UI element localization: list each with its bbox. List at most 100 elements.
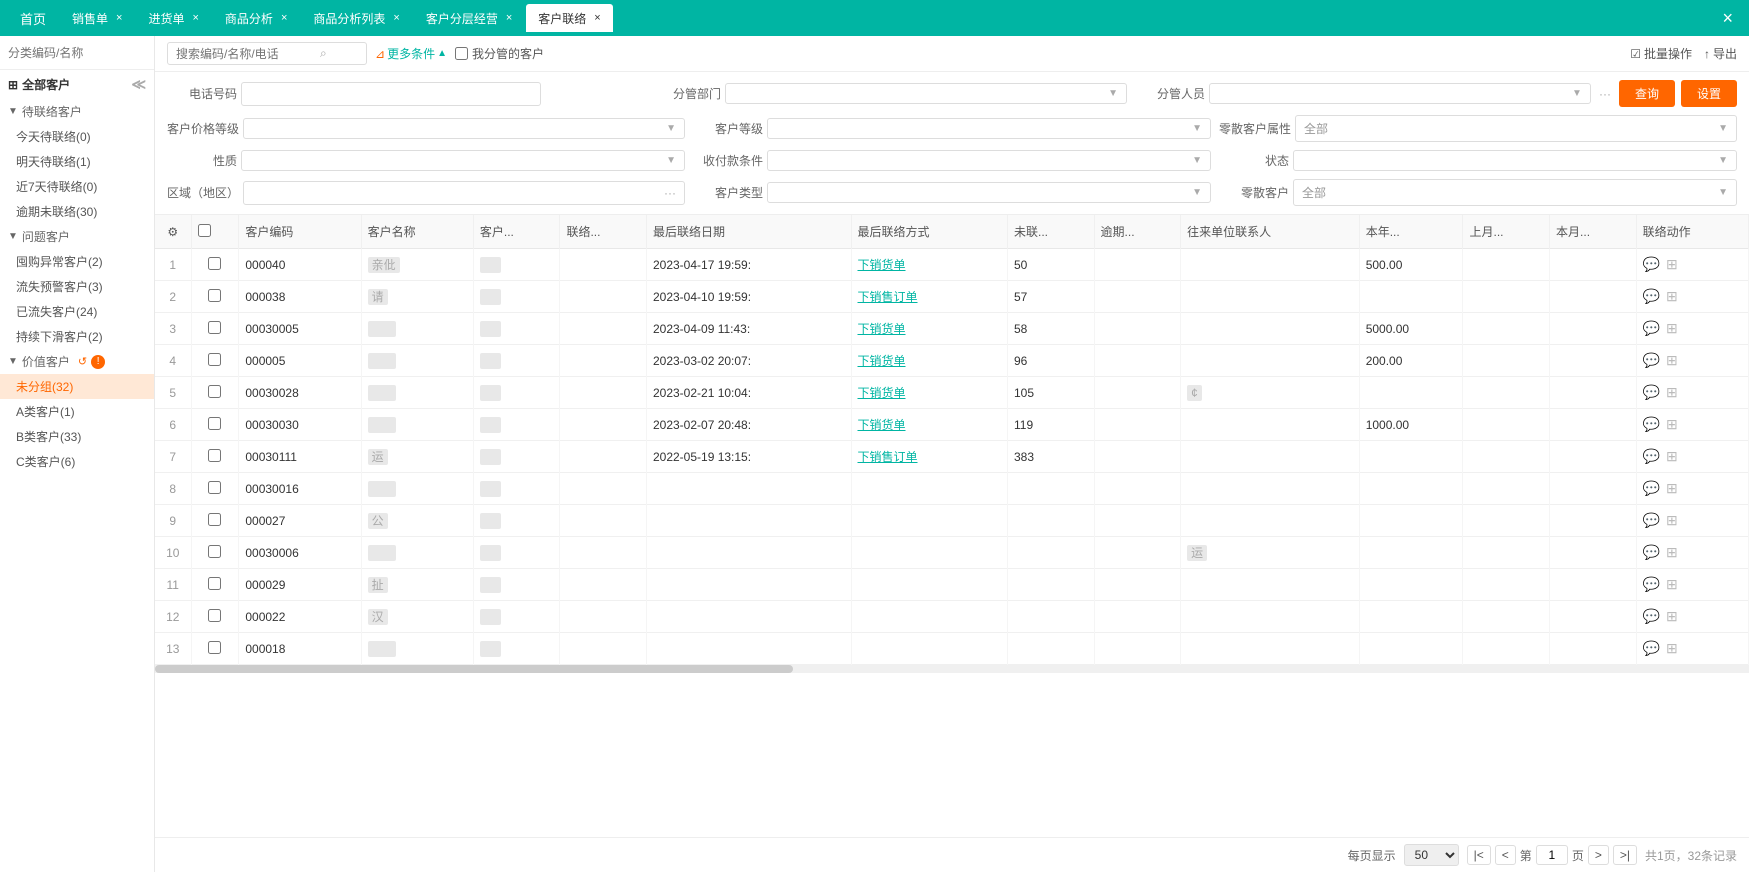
sidebar-item-overdue[interactable]: 逾期未联络(30)	[0, 199, 154, 224]
horizontal-scrollbar[interactable]	[155, 665, 1749, 673]
row-checkbox[interactable]	[208, 577, 221, 590]
payment-select[interactable]: ▼	[767, 150, 1211, 171]
customer-grade-select[interactable]: ▼	[767, 118, 1211, 139]
grid-action-icon[interactable]: ⊞	[1666, 544, 1678, 561]
region-more-icon[interactable]: ···	[664, 186, 676, 200]
filter-search-input[interactable]	[176, 47, 316, 61]
nav-tab-analysis-list-close[interactable]: ×	[393, 12, 399, 24]
chat-icon[interactable]: 💬	[1643, 448, 1660, 465]
scrollbar-thumb[interactable]	[155, 665, 793, 673]
nav-tab-sales[interactable]: 销售单 ×	[60, 4, 134, 32]
sidebar-item-lost[interactable]: 已流失客户(24)	[0, 299, 154, 324]
grid-action-icon[interactable]: ⊞	[1666, 448, 1678, 465]
row-checkbox[interactable]	[208, 449, 221, 462]
price-grade-select[interactable]: ▼	[243, 118, 685, 139]
row-checkbox[interactable]	[208, 257, 221, 270]
chat-icon[interactable]: 💬	[1643, 512, 1660, 529]
sidebar-item-class-c[interactable]: C类客户(6)	[0, 449, 154, 474]
grid-action-icon[interactable]: ⊞	[1666, 384, 1678, 401]
sidebar-item-7days[interactable]: 近7天待联络(0)	[0, 174, 154, 199]
sidebar-section-value[interactable]: ▼ 价值客户 ↺ !	[0, 349, 154, 374]
sidebar-section-pending[interactable]: ▼ 待联络客户	[0, 99, 154, 124]
grid-action-icon[interactable]: ⊞	[1666, 320, 1678, 337]
my-customers-checkbox-label[interactable]: 我分管的客户	[455, 45, 544, 62]
nav-tab-analysis-list[interactable]: 商品分析列表 ×	[301, 4, 411, 32]
col-type[interactable]: 客户...	[473, 215, 560, 249]
refresh-icon[interactable]: ↺	[78, 355, 87, 368]
nav-tab-purchase-close[interactable]: ×	[192, 12, 198, 24]
next-page-btn[interactable]: >	[1588, 845, 1609, 865]
nav-home-tab[interactable]: 首页	[8, 9, 58, 28]
col-last-month[interactable]: 上月...	[1463, 215, 1550, 249]
grid-action-icon[interactable]: ⊞	[1666, 576, 1678, 593]
nav-tab-customer-contact-close[interactable]: ×	[594, 12, 600, 24]
col-associate-contact[interactable]: 往来单位联系人	[1181, 215, 1360, 249]
grid-action-icon[interactable]: ⊞	[1666, 416, 1678, 433]
sidebar-all-customers[interactable]: ⊞ 全部客户 ≪	[0, 70, 154, 99]
filter-more-btn[interactable]: ⊿ 更多条件 ▲	[375, 45, 447, 62]
manager-more-icon[interactable]: ···	[1599, 87, 1611, 101]
col-this-month[interactable]: 本月...	[1550, 215, 1637, 249]
nav-tab-sales-close[interactable]: ×	[116, 12, 122, 24]
sidebar-item-loss-warning[interactable]: 流失预警客户(3)	[0, 274, 154, 299]
chat-icon[interactable]: 💬	[1643, 576, 1660, 593]
sidebar-search-input[interactable]	[8, 46, 155, 60]
chat-icon[interactable]: 💬	[1643, 352, 1660, 369]
col-not-contacted[interactable]: 未联...	[1008, 215, 1095, 249]
nav-tab-analysis[interactable]: 商品分析 ×	[213, 4, 299, 32]
col-checkbox-all[interactable]	[191, 215, 239, 249]
chat-icon[interactable]: 💬	[1643, 288, 1660, 305]
last-page-btn[interactable]: >|	[1613, 845, 1637, 865]
col-last-date[interactable]: 最后联络日期	[646, 215, 851, 249]
chat-icon[interactable]: 💬	[1643, 320, 1660, 337]
sidebar-item-today[interactable]: 今天待联络(0)	[0, 124, 154, 149]
grid-action-icon[interactable]: ⊞	[1666, 256, 1678, 273]
chat-icon[interactable]: 💬	[1643, 256, 1660, 273]
col-contact[interactable]: 联络...	[560, 215, 647, 249]
chat-icon[interactable]: 💬	[1643, 384, 1660, 401]
per-page-select[interactable]: 50 20 100	[1404, 844, 1459, 866]
grid-action-icon[interactable]: ⊞	[1666, 352, 1678, 369]
nav-tab-analysis-close[interactable]: ×	[281, 12, 287, 24]
retail-customer-select[interactable]: 全部 ▼	[1293, 179, 1737, 206]
status-select[interactable]: ▼	[1293, 150, 1737, 171]
customer-type-select[interactable]: ▼	[767, 182, 1211, 203]
row-checkbox[interactable]	[208, 513, 221, 526]
nav-tab-customer-mgmt-close[interactable]: ×	[506, 12, 512, 24]
row-checkbox[interactable]	[208, 481, 221, 494]
chat-icon[interactable]: 💬	[1643, 608, 1660, 625]
filter-search-icon[interactable]: ⌕	[320, 46, 327, 61]
retail-attr-select[interactable]: 全部 ▼	[1295, 115, 1737, 142]
row-checkbox[interactable]	[208, 545, 221, 558]
row-checkbox[interactable]	[208, 609, 221, 622]
col-this-year[interactable]: 本年...	[1359, 215, 1463, 249]
row-checkbox[interactable]	[208, 289, 221, 302]
grid-action-icon[interactable]: ⊞	[1666, 288, 1678, 305]
col-overdue[interactable]: 逾期...	[1094, 215, 1181, 249]
dept-select[interactable]: ▼	[725, 83, 1127, 104]
search-btn[interactable]: 查询	[1619, 80, 1675, 107]
batch-operation-btn[interactable]: ☑ 批量操作	[1630, 45, 1692, 62]
my-customers-checkbox[interactable]	[455, 47, 468, 60]
col-name[interactable]: 客户名称	[361, 215, 473, 249]
nav-tab-customer-contact[interactable]: 客户联络 ×	[526, 4, 612, 32]
row-checkbox[interactable]	[208, 321, 221, 334]
window-close-button[interactable]: ×	[1714, 8, 1741, 29]
chat-icon[interactable]: 💬	[1643, 640, 1660, 657]
prev-page-btn[interactable]: <	[1495, 845, 1516, 865]
first-page-btn[interactable]: |<	[1467, 845, 1491, 865]
sidebar-section-problem[interactable]: ▼ 问题客户	[0, 224, 154, 249]
select-all-checkbox[interactable]	[198, 224, 211, 237]
row-checkbox[interactable]	[208, 353, 221, 366]
sidebar-collapse-icon[interactable]: ≪	[131, 76, 146, 93]
col-last-method[interactable]: 最后联络方式	[851, 215, 1008, 249]
nav-tab-purchase[interactable]: 进货单 ×	[136, 4, 210, 32]
sidebar-item-class-b[interactable]: B类客户(33)	[0, 424, 154, 449]
page-number-input[interactable]	[1536, 845, 1568, 865]
sidebar-item-tomorrow[interactable]: 明天待联络(1)	[0, 149, 154, 174]
chat-icon[interactable]: 💬	[1643, 416, 1660, 433]
sidebar-item-class-a[interactable]: A类客户(1)	[0, 399, 154, 424]
grid-action-icon[interactable]: ⊞	[1666, 608, 1678, 625]
row-checkbox[interactable]	[208, 641, 221, 654]
nav-tab-customer-mgmt[interactable]: 客户分层经营 ×	[414, 4, 524, 32]
